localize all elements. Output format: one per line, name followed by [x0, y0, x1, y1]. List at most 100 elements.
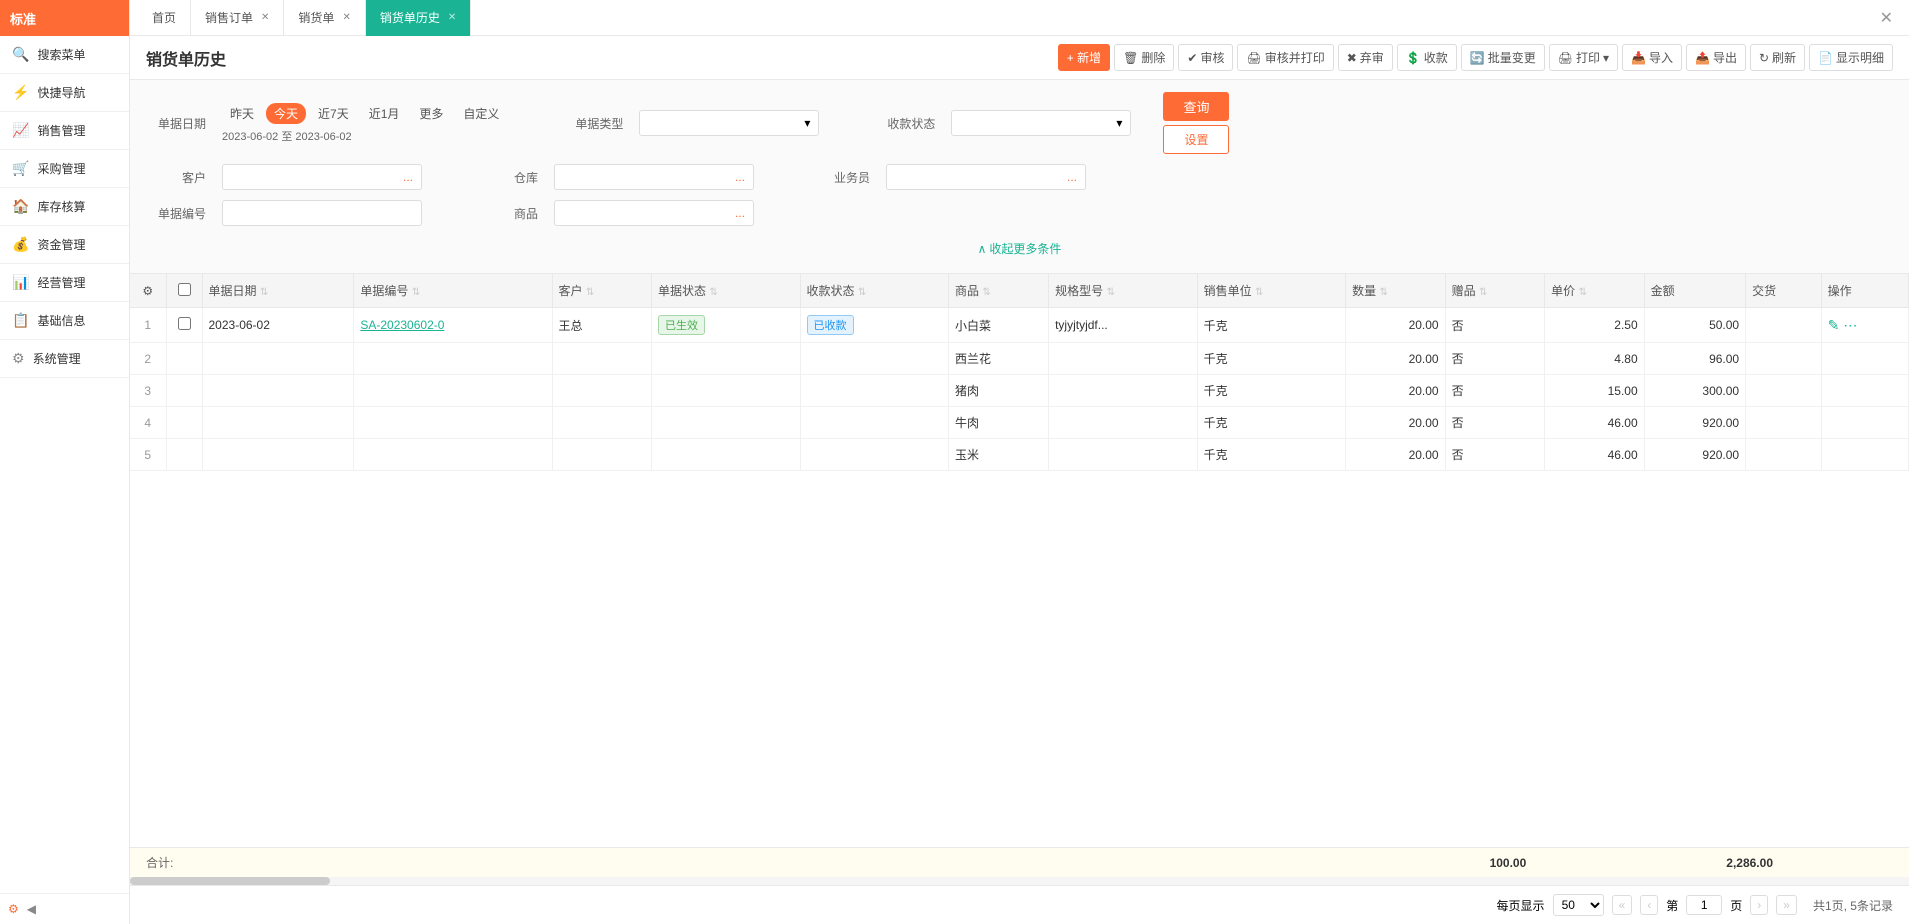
refresh-button[interactable]: ↻ 刷新	[1750, 44, 1805, 71]
page-first-button[interactable]: «	[1612, 895, 1633, 915]
tab-sales-history-close[interactable]: ✕	[448, 12, 456, 23]
sidebar-item-quick-nav[interactable]: ⚡ 快捷导航	[0, 74, 129, 112]
date-tab-today[interactable]: 今天	[266, 103, 306, 124]
row-gift-2: 否	[1445, 343, 1545, 375]
discard-button[interactable]: ✖ 弃审	[1338, 44, 1393, 71]
th-doc-no[interactable]: 单据编号 ⇅	[354, 274, 552, 308]
row-doc-no-1[interactable]: SA-20230602-0	[354, 308, 552, 343]
sidebar-item-purchase-mgmt[interactable]: 🛒 采购管理	[0, 150, 129, 188]
sidebar-item-label: 销售管理	[37, 122, 85, 139]
row-product-1: 小白菜	[949, 308, 1049, 343]
date-tab-yesterday[interactable]: 昨天	[222, 103, 262, 124]
row-checkbox-2[interactable]	[166, 343, 202, 375]
date-tab-1month[interactable]: 近1月	[361, 103, 408, 124]
date-tab-custom[interactable]: 自定义	[455, 103, 507, 124]
collect-button[interactable]: 💲 收款	[1397, 44, 1457, 71]
customer-input[interactable]	[227, 165, 399, 189]
quantity-sort-icon: ⇅	[1379, 287, 1387, 298]
sidebar-item-sales-mgmt[interactable]: 📈 销售管理	[0, 112, 129, 150]
tab-close-all-button[interactable]: ✕	[1872, 8, 1901, 28]
page-number-input[interactable]: 1	[1686, 895, 1722, 915]
warehouse-label: 仓库	[478, 169, 538, 186]
th-customer[interactable]: 客户 ⇅	[552, 274, 652, 308]
row-quantity-3: 20.00	[1346, 375, 1446, 407]
page-next-button[interactable]: ›	[1750, 895, 1768, 915]
filter-settings-button[interactable]: 设置	[1163, 125, 1229, 154]
import-button[interactable]: 📥 导入	[1622, 44, 1682, 71]
collapse-section: ∧ 收起更多条件	[146, 236, 1893, 261]
row-checkbox-1[interactable]	[166, 308, 202, 343]
more-icon-1[interactable]: ⋯	[1843, 317, 1857, 334]
row-actions-4	[1821, 407, 1908, 439]
edit-icon-1[interactable]: ✎	[1828, 317, 1840, 334]
tab-home[interactable]: 首页	[138, 0, 191, 36]
th-quantity[interactable]: 数量 ⇅	[1346, 274, 1446, 308]
row-product-5: 玉米	[949, 439, 1049, 471]
product-ellipsis[interactable]: ...	[731, 206, 749, 220]
batch-change-button[interactable]: 🔄 批量变更	[1461, 44, 1545, 71]
scrollbar-thumb[interactable]	[130, 877, 330, 885]
delete-button[interactable]: 🗑 删除	[1114, 44, 1174, 71]
sidebar-settings-icon[interactable]: ⚙	[8, 902, 19, 916]
tab-sales-order-close[interactable]: ✕	[261, 12, 269, 23]
print-button[interactable]: 🖨 打印 ▾	[1549, 44, 1618, 71]
row-1-checkbox[interactable]	[178, 317, 191, 330]
tab-sales-delivery-close[interactable]: ✕	[342, 12, 350, 23]
export-button[interactable]: 📤 导出	[1686, 44, 1746, 71]
audit-print-button[interactable]: 🖨 审核并打印	[1237, 44, 1333, 71]
query-button[interactable]: 查询	[1163, 92, 1229, 121]
th-pay-status[interactable]: 收款状态 ⇅	[800, 274, 949, 308]
th-doc-date[interactable]: 单据日期 ⇅	[202, 274, 354, 308]
audit-button[interactable]: ✔ 审核	[1178, 44, 1233, 71]
page-size-label: 每页显示	[1497, 897, 1545, 914]
th-unit[interactable]: 销售单位 ⇅	[1197, 274, 1346, 308]
toolbar: 销货单历史 + 新增 🗑 删除 ✔ 审核 🖨 审核并打印 ✖ 弃审 💲 收款	[130, 36, 1909, 80]
payment-status-select[interactable]: ▾	[951, 110, 1131, 136]
doc-no-link-1[interactable]: SA-20230602-0	[360, 318, 444, 332]
sidebar-item-search-menu[interactable]: 🔍 搜索菜单	[0, 36, 129, 74]
th-unit-price[interactable]: 单价 ⇅	[1545, 274, 1645, 308]
th-gift[interactable]: 赠品 ⇅	[1445, 274, 1545, 308]
th-settings[interactable]: ⚙	[130, 274, 166, 308]
sidebar-item-basic-info[interactable]: 📋 基础信息	[0, 302, 129, 340]
customer-ellipsis[interactable]: ...	[399, 170, 417, 184]
doc-no-input[interactable]	[222, 200, 422, 226]
tab-sales-delivery[interactable]: 销货单 ✕	[284, 0, 365, 36]
sidebar-item-system-mgmt[interactable]: ⚙ 系统管理	[0, 340, 129, 378]
row-checkbox-3[interactable]	[166, 375, 202, 407]
th-product[interactable]: 商品 ⇅	[949, 274, 1049, 308]
sidebar-item-inventory[interactable]: 🏠 库存核算	[0, 188, 129, 226]
show-detail-button[interactable]: 📄 显示明细	[1809, 44, 1893, 71]
row-checkbox-5[interactable]	[166, 439, 202, 471]
page-size-select[interactable]: 50 100 200	[1553, 894, 1604, 916]
collapse-button[interactable]: ∧ 收起更多条件	[978, 236, 1062, 261]
date-tab-more[interactable]: 更多	[411, 103, 451, 124]
row-doc-date-3	[202, 375, 354, 407]
doc-type-select[interactable]: ▾	[639, 110, 819, 136]
staff-ellipsis[interactable]: ...	[1063, 170, 1081, 184]
date-range-value: 2023-06-02 至 2023-06-02	[222, 128, 507, 144]
sidebar-item-finance[interactable]: 💰 资金管理	[0, 226, 129, 264]
row-gift-4: 否	[1445, 407, 1545, 439]
page-prev-button[interactable]: ‹	[1640, 895, 1658, 915]
sidebar-item-operations[interactable]: 📊 经营管理	[0, 264, 129, 302]
row-checkbox-4[interactable]	[166, 407, 202, 439]
scrollbar-area[interactable]	[130, 877, 1909, 885]
sidebar-collapse-icon[interactable]: ◀	[27, 902, 36, 916]
page-last-button[interactable]: »	[1776, 895, 1797, 915]
doc-type-label: 单据类型	[563, 115, 623, 132]
new-button[interactable]: + 新增	[1058, 44, 1110, 71]
table-row: 3 猪肉 千克 20.00 否 15.00 300.00	[130, 375, 1909, 407]
unit-sort-icon: ⇅	[1255, 287, 1263, 298]
th-checkbox[interactable]	[166, 274, 202, 308]
product-input[interactable]	[559, 201, 731, 225]
th-doc-status[interactable]: 单据状态 ⇅	[652, 274, 801, 308]
date-tab-7days[interactable]: 近7天	[310, 103, 357, 124]
warehouse-ellipsis[interactable]: ...	[731, 170, 749, 184]
tab-sales-history[interactable]: 销货单历史 ✕	[366, 0, 471, 36]
tab-sales-order[interactable]: 销售订单 ✕	[191, 0, 284, 36]
staff-input[interactable]	[891, 165, 1063, 189]
warehouse-input[interactable]	[559, 165, 731, 189]
th-spec[interactable]: 规格型号 ⇅	[1049, 274, 1198, 308]
select-all-checkbox[interactable]	[178, 283, 191, 296]
